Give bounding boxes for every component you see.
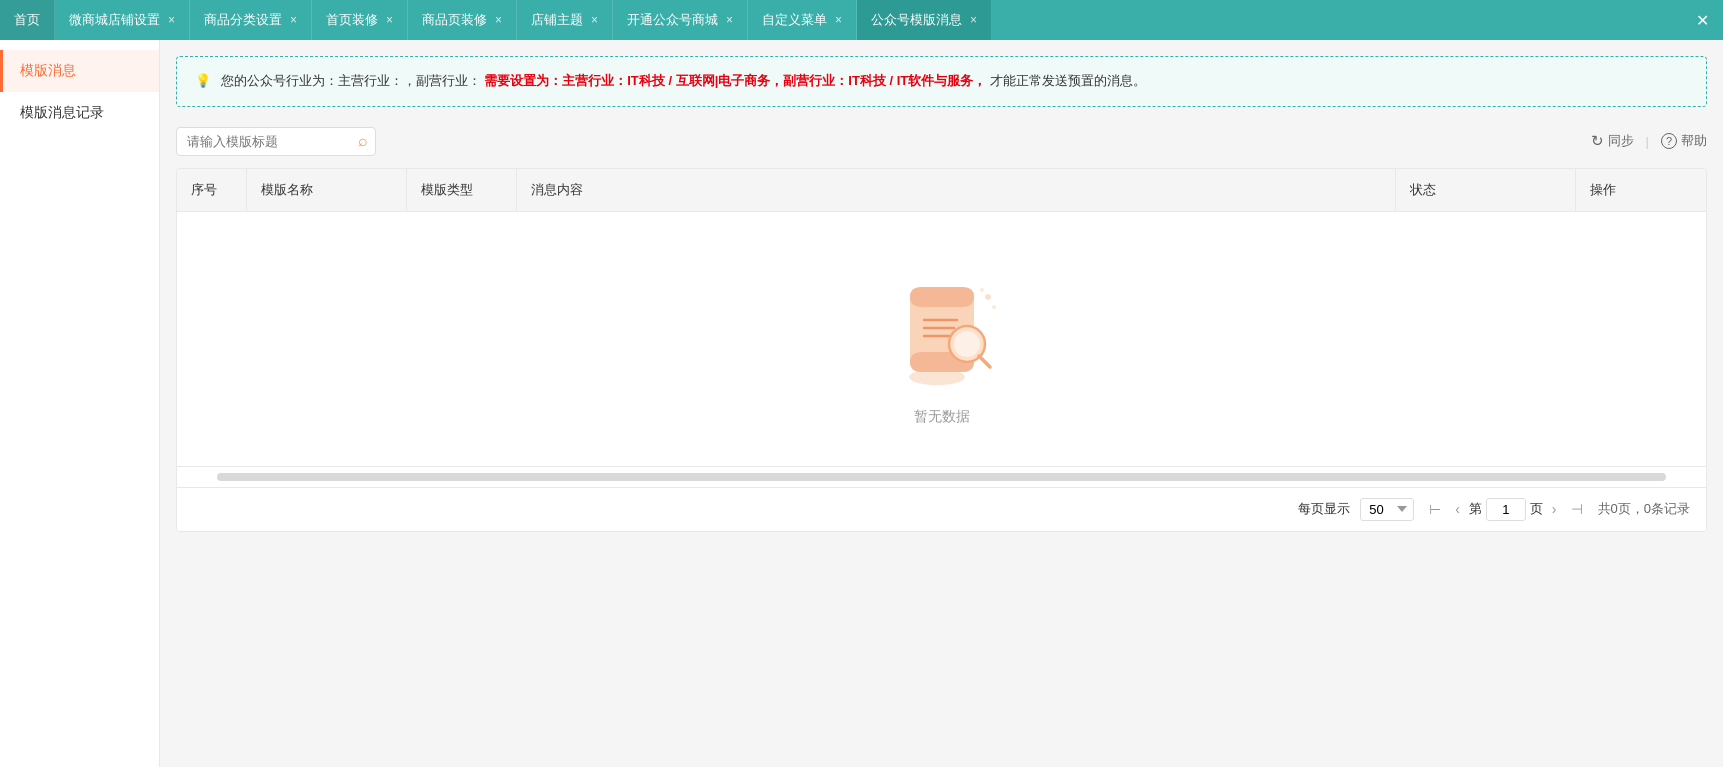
close-custom-menu[interactable]: ×: [835, 13, 842, 27]
nav-tab-home-deco[interactable]: 首页装修 ×: [312, 0, 408, 40]
toolbar-divider: |: [1646, 134, 1649, 149]
sync-label: 同步: [1608, 132, 1634, 150]
notice-suffix: 才能正常发送预置的消息。: [990, 73, 1146, 88]
svg-point-7: [985, 294, 991, 300]
close-category[interactable]: ×: [290, 13, 297, 27]
notice-prefix: 您的公众号行业为：主营行业：，副营行业：: [221, 73, 481, 88]
pagination: 每页显示 10 20 50 100 ⊢ ‹ 第 页 › ⊣ 共0页，0条记录: [177, 487, 1706, 531]
nav-tab-template-msg[interactable]: 公众号模版消息 ×: [857, 0, 992, 40]
close-home-deco[interactable]: ×: [386, 13, 393, 27]
svg-point-8: [992, 305, 996, 309]
sidebar: 模版消息 模版消息记录: [0, 40, 160, 767]
help-button[interactable]: ? 帮助: [1661, 132, 1707, 150]
horizontal-scrollbar[interactable]: [177, 466, 1706, 487]
nav-tab-home-label: 首页: [14, 11, 40, 29]
help-icon: ?: [1661, 133, 1677, 149]
close-wechat-store[interactable]: ×: [168, 13, 175, 27]
th-index: 序号: [177, 169, 247, 211]
nav-tab-custom-menu[interactable]: 自定义菜单 ×: [748, 0, 857, 40]
th-name: 模版名称: [247, 169, 407, 211]
nav-tab-product-deco-label: 商品页装修: [422, 11, 487, 29]
th-type: 模版类型: [407, 169, 517, 211]
last-page-button[interactable]: ⊣: [1566, 499, 1588, 519]
search-left: ⌕: [176, 127, 376, 156]
close-template-msg[interactable]: ×: [970, 13, 977, 27]
close-store-theme[interactable]: ×: [591, 13, 598, 27]
sidebar-item-template-record[interactable]: 模版消息记录: [0, 92, 159, 134]
page-input[interactable]: [1486, 498, 1526, 521]
sync-icon: ↻: [1591, 132, 1604, 150]
sidebar-item-template-msg-label: 模版消息: [20, 62, 76, 78]
nav-tab-store-theme[interactable]: 店铺主题 ×: [517, 0, 613, 40]
search-input-wrap: ⌕: [176, 127, 376, 156]
nav-tab-wechat-store[interactable]: 微商城店铺设置 ×: [55, 0, 190, 40]
sync-button[interactable]: ↻ 同步: [1591, 132, 1634, 150]
nav-tab-category-label: 商品分类设置: [204, 11, 282, 29]
nav-tab-category[interactable]: 商品分类设置 ×: [190, 0, 312, 40]
nav-tab-product-deco[interactable]: 商品页装修 ×: [408, 0, 517, 40]
nav-tab-custom-menu-label: 自定义菜单: [762, 11, 827, 29]
close-all-tabs[interactable]: ✕: [1682, 0, 1723, 40]
svg-line-6: [979, 356, 990, 367]
table-header: 序号 模版名称 模版类型 消息内容 状态 操作: [177, 169, 1706, 212]
nav-tab-home[interactable]: 首页: [0, 0, 55, 40]
data-table: 序号 模版名称 模版类型 消息内容 状态 操作: [176, 168, 1707, 532]
content-area: 💡 您的公众号行业为：主营行业：，副营行业： 需要设置为：主营行业：IT科技 /…: [160, 40, 1723, 767]
nav-tab-template-msg-label: 公众号模版消息: [871, 11, 962, 29]
next-page-button[interactable]: ›: [1547, 499, 1562, 519]
nav-tab-home-deco-label: 首页装修: [326, 11, 378, 29]
nav-tab-store-theme-label: 店铺主题: [531, 11, 583, 29]
search-bar: ⌕ ↻ 同步 | ? 帮助: [176, 127, 1707, 156]
scrollbar-track[interactable]: [217, 473, 1666, 481]
th-status: 状态: [1396, 169, 1576, 211]
th-content: 消息内容: [517, 169, 1396, 211]
svg-point-5: [954, 331, 980, 357]
notice-box: 💡 您的公众号行业为：主营行业：，副营行业： 需要设置为：主营行业：IT科技 /…: [176, 56, 1707, 107]
nav-tab-wechat-store-label: 微商城店铺设置: [69, 11, 160, 29]
nav-tab-open-mall-label: 开通公众号商城: [627, 11, 718, 29]
empty-illustration: [882, 272, 1002, 392]
page-size-label: 每页显示: [1298, 500, 1350, 518]
page-size-select[interactable]: 10 20 50 100: [1360, 498, 1414, 521]
help-label: 帮助: [1681, 132, 1707, 150]
th-action: 操作: [1576, 169, 1706, 211]
search-right: ↻ 同步 | ? 帮助: [1591, 132, 1707, 150]
first-page-button[interactable]: ⊢: [1424, 499, 1446, 519]
nav-tab-open-mall[interactable]: 开通公众号商城 ×: [613, 0, 748, 40]
main-layout: 模版消息 模版消息记录 💡 您的公众号行业为：主营行业：，副营行业： 需要设置为…: [0, 40, 1723, 767]
page-unit: 页: [1530, 500, 1543, 518]
page-nav: ⊢ ‹ 第 页 › ⊣: [1424, 498, 1587, 521]
empty-state: 暂无数据: [177, 212, 1706, 466]
empty-text: 暂无数据: [914, 408, 970, 426]
search-input[interactable]: [176, 127, 376, 156]
search-icon: ⌕: [358, 132, 368, 149]
sidebar-item-template-msg[interactable]: 模版消息: [0, 50, 159, 92]
svg-point-9: [980, 288, 984, 292]
search-button[interactable]: ⌕: [358, 132, 368, 150]
prev-page-button[interactable]: ‹: [1450, 499, 1465, 519]
close-open-mall[interactable]: ×: [726, 13, 733, 27]
close-product-deco[interactable]: ×: [495, 13, 502, 27]
top-nav: 首页 微商城店铺设置 × 商品分类设置 × 首页装修 × 商品页装修 × 店铺主…: [0, 0, 1723, 40]
light-icon: 💡: [195, 73, 211, 88]
goto-label: 第: [1469, 500, 1482, 518]
notice-highlight: 需要设置为：主营行业：IT科技 / 互联网|电子商务，副营行业：IT科技 / I…: [484, 73, 986, 88]
sidebar-item-template-record-label: 模版消息记录: [20, 104, 104, 120]
page-total: 共0页，0条记录: [1598, 500, 1690, 518]
